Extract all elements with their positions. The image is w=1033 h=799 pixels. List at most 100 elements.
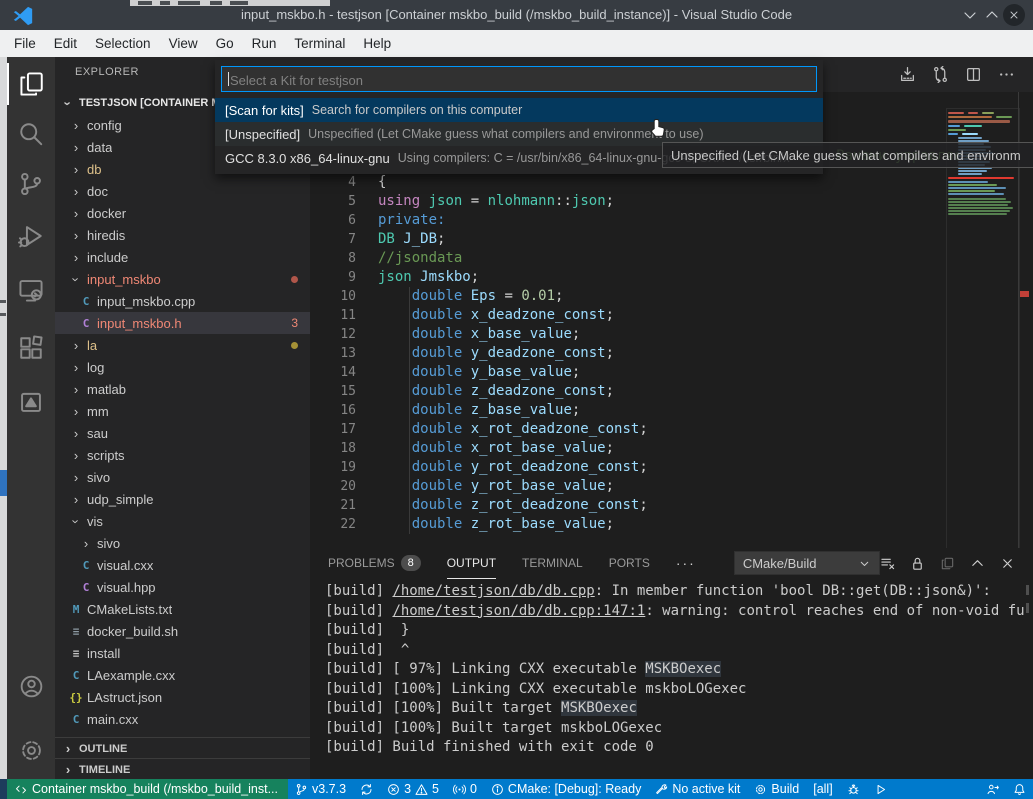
remote-explorer-icon[interactable] xyxy=(7,269,55,311)
menu-terminal[interactable]: Terminal xyxy=(285,30,354,57)
tree-item-hiredis[interactable]: › hiredis xyxy=(55,224,310,246)
tree-item-cmakelists.txt[interactable]: M CMakeLists.txt xyxy=(55,598,310,620)
output-line: [build] } xyxy=(325,622,410,638)
menu-selection[interactable]: Selection xyxy=(86,30,160,57)
more-actions-icon[interactable] xyxy=(998,66,1015,83)
output-view[interactable]: [build] /home/testjson/db/db.cpp: In mem… xyxy=(310,578,1033,779)
tree-item-matlab[interactable]: › matlab xyxy=(55,378,310,400)
tree-item-mm[interactable]: › mm xyxy=(55,400,310,422)
panel-tab-output[interactable]: OUTPUT xyxy=(446,548,497,579)
minimize-icon[interactable] xyxy=(962,7,978,23)
chevron-right-icon: › xyxy=(73,139,79,155)
problems-status[interactable]: 3 5 xyxy=(380,779,446,799)
panel-more-tabs[interactable]: ··· xyxy=(676,555,696,571)
tree-item-visual.hpp[interactable]: Cvisual.hpp xyxy=(55,576,310,598)
compare-arrows-icon[interactable] xyxy=(932,66,949,83)
build-target[interactable]: [all] xyxy=(806,779,839,799)
tree-item-log[interactable]: › log xyxy=(55,356,310,378)
tree-item-input_mskbo.cpp[interactable]: Cinput_mskbo.cpp xyxy=(55,290,310,312)
file-link[interactable]: /home/testjson/db/db.cpp xyxy=(392,583,594,599)
tree-item-la[interactable]: › la xyxy=(55,334,310,356)
tree-item-lastruct.json[interactable]: {} LAstruct.json xyxy=(55,686,310,708)
menu-file[interactable]: File xyxy=(5,30,45,57)
feedback-button[interactable] xyxy=(979,779,1006,799)
tree-item-main.cxx[interactable]: Cmain.cxx xyxy=(55,708,310,730)
account-icon[interactable] xyxy=(7,665,55,707)
file-link[interactable]: /home/testjson/db/db.cpp:147:1 xyxy=(392,603,645,619)
file-label: input_mskbo xyxy=(87,271,161,287)
tree-item-input_mskbo[interactable]: › input_mskbo xyxy=(55,268,310,290)
tree-item-docker_build.sh[interactable]: ≡ docker_build.sh xyxy=(55,620,310,642)
menu-go[interactable]: Go xyxy=(207,30,243,57)
maximize-panel-icon[interactable] xyxy=(970,556,985,571)
run-debug-icon[interactable] xyxy=(7,215,55,257)
explorer-icon[interactable] xyxy=(7,63,55,105)
quick-pick-input-box[interactable] xyxy=(221,66,817,93)
tree-item-sivo[interactable]: › sivo xyxy=(55,466,310,488)
outline-section[interactable]: › OUTLINE xyxy=(55,737,310,759)
settings-icon[interactable] xyxy=(7,729,55,771)
file-label: mm xyxy=(87,403,109,419)
notifications-button[interactable] xyxy=(1006,779,1033,799)
file-tree: › TESTJSON [CONTAINER MSKBO_BUILD] › config… xyxy=(55,92,310,730)
error-count: 3 xyxy=(404,782,412,796)
tree-item-sivo[interactable]: › sivo xyxy=(55,532,310,554)
tree-item-laexample.cxx[interactable]: C LAexample.cxx xyxy=(55,664,310,686)
build-button[interactable]: Build xyxy=(747,779,806,799)
tree-item-sau[interactable]: › sau xyxy=(55,422,310,444)
maximize-icon[interactable] xyxy=(984,7,1000,23)
tree-item-docker[interactable]: › docker xyxy=(55,202,310,224)
cmake-icon[interactable] xyxy=(7,381,55,423)
line-number: 18 xyxy=(340,441,356,456)
file-label: sau xyxy=(87,425,108,441)
tree-item-include[interactable]: › include xyxy=(55,246,310,268)
output-line: [build] [100%] Built target mskboLOGexec xyxy=(325,719,663,736)
source-control-icon[interactable] xyxy=(7,163,55,205)
chevron-down-icon: › xyxy=(68,276,84,282)
panel-tab-ports[interactable]: PORTS xyxy=(609,548,650,578)
lock-scroll-icon[interactable] xyxy=(910,556,925,571)
cmake-status[interactable]: CMake: [Debug]: Ready xyxy=(484,779,648,799)
kit-search-input[interactable] xyxy=(228,67,812,93)
code-line-14: 14 double y_base_value; xyxy=(310,363,1033,382)
line-number: 4 xyxy=(348,175,356,190)
open-in-editor-icon[interactable] xyxy=(940,556,955,571)
debug-target-button[interactable] xyxy=(840,779,867,799)
tree-item-vis[interactable]: › vis xyxy=(55,510,310,532)
menu-help[interactable]: Help xyxy=(354,30,400,57)
launch-button[interactable] xyxy=(867,779,894,799)
minimap[interactable] xyxy=(948,110,1016,548)
line-number: 10 xyxy=(340,289,356,304)
tree-item-input_mskbo.h[interactable]: Cinput_mskbo.h 3 xyxy=(55,312,310,334)
code-line-4: 4{ xyxy=(310,173,1033,192)
ports-status[interactable]: 0 xyxy=(446,779,484,799)
menu-view[interactable]: View xyxy=(160,30,207,57)
file-label: LAexample.cxx xyxy=(87,667,176,683)
close-window-button[interactable] xyxy=(1003,4,1025,26)
split-editor-icon[interactable] xyxy=(965,66,982,83)
output-channel-select[interactable]: CMake/Build xyxy=(733,551,880,575)
gear-icon xyxy=(754,783,767,796)
remote-indicator[interactable]: Container mskbo_build (/mskbo_build_inst… xyxy=(7,779,288,799)
install-tray-icon[interactable] xyxy=(899,66,916,83)
panel-tab-terminal[interactable]: TERMINAL xyxy=(522,548,583,578)
tree-item-udp_simple[interactable]: › udp_simple xyxy=(55,488,310,510)
search-icon[interactable] xyxy=(7,113,55,155)
git-branch-status[interactable]: v3.7.3 xyxy=(288,779,353,799)
tree-item-doc[interactable]: › doc xyxy=(55,180,310,202)
menu-edit[interactable]: Edit xyxy=(45,30,86,57)
panel-tab-problems[interactable]: PROBLEMS 8 xyxy=(328,548,421,578)
feedback-icon xyxy=(986,783,999,796)
tree-item-visual.cxx[interactable]: Cvisual.cxx xyxy=(55,554,310,576)
tree-item-install[interactable]: ≡ install xyxy=(55,642,310,664)
close-panel-icon[interactable] xyxy=(1000,556,1015,571)
timeline-section[interactable]: › TIMELINE xyxy=(55,758,310,779)
tree-item-scripts[interactable]: › scripts xyxy=(55,444,310,466)
menu-run[interactable]: Run xyxy=(243,30,286,57)
kit-option-1[interactable]: [Scan for kits] Search for compilers on t… xyxy=(215,98,823,122)
sync-status[interactable] xyxy=(353,779,380,799)
file-label: CMakeLists.txt xyxy=(87,601,173,617)
clear-output-icon[interactable] xyxy=(880,556,895,571)
kit-selector[interactable]: No active kit xyxy=(648,779,747,799)
extensions-icon[interactable] xyxy=(7,327,55,369)
